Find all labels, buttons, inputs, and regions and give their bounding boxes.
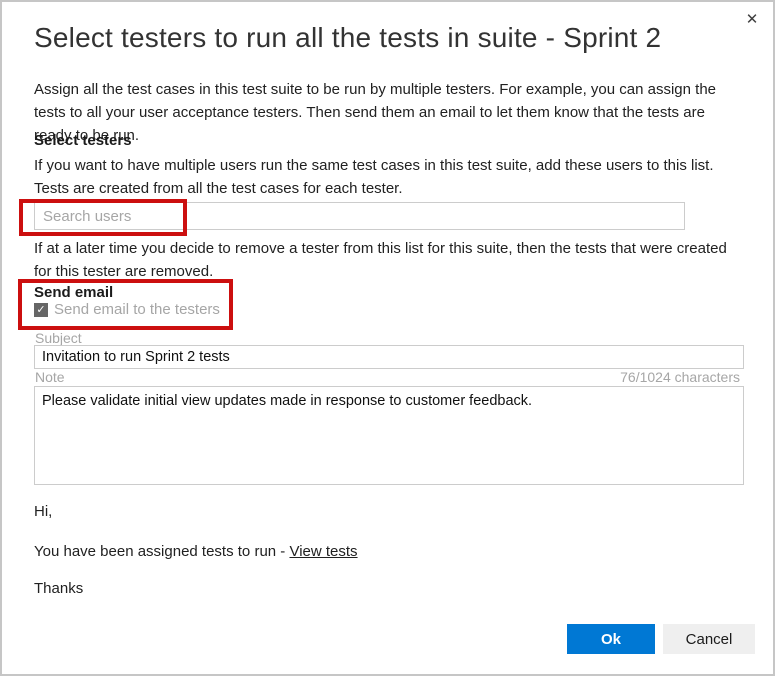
select-testers-dialog: ✕ Select testers to run all the tests in… (0, 0, 775, 676)
send-email-checkbox-row: ✓ Send email to the testers (34, 301, 220, 318)
send-email-checkbox-label: Send email to the testers (54, 301, 220, 318)
cancel-button[interactable]: Cancel (663, 624, 755, 654)
subject-label: Subject (35, 330, 82, 346)
ok-button[interactable]: Ok (567, 624, 655, 654)
character-counter: 76/1024 characters (620, 369, 740, 385)
dialog-title: Select testers to run all the tests in s… (34, 22, 733, 54)
close-icon[interactable]: ✕ (741, 8, 763, 30)
note-label: Note (35, 369, 65, 385)
send-email-heading: Send email (34, 284, 113, 301)
checkbox-checked-icon[interactable]: ✓ (34, 303, 48, 317)
subject-input[interactable] (34, 345, 744, 369)
removal-note-text: If at a later time you decide to remove … (34, 237, 746, 283)
view-tests-link[interactable]: View tests (289, 543, 357, 560)
intro-text: Assign all the test cases in this test s… (34, 78, 746, 147)
email-preview: Hi, You have been assigned tests to run … (34, 503, 746, 594)
preview-closing: Thanks (34, 580, 83, 594)
preview-greeting: Hi, (34, 503, 52, 520)
preview-assigned-text: You have been assigned tests to run - (34, 543, 289, 560)
select-testers-description: If you want to have multiple users run t… (34, 154, 746, 200)
select-testers-heading: Select testers (34, 132, 132, 149)
search-users-input[interactable] (34, 202, 685, 230)
preview-assigned-line: You have been assigned tests to run - Vi… (34, 543, 358, 560)
note-textarea[interactable]: Please validate initial view updates mad… (34, 386, 744, 485)
